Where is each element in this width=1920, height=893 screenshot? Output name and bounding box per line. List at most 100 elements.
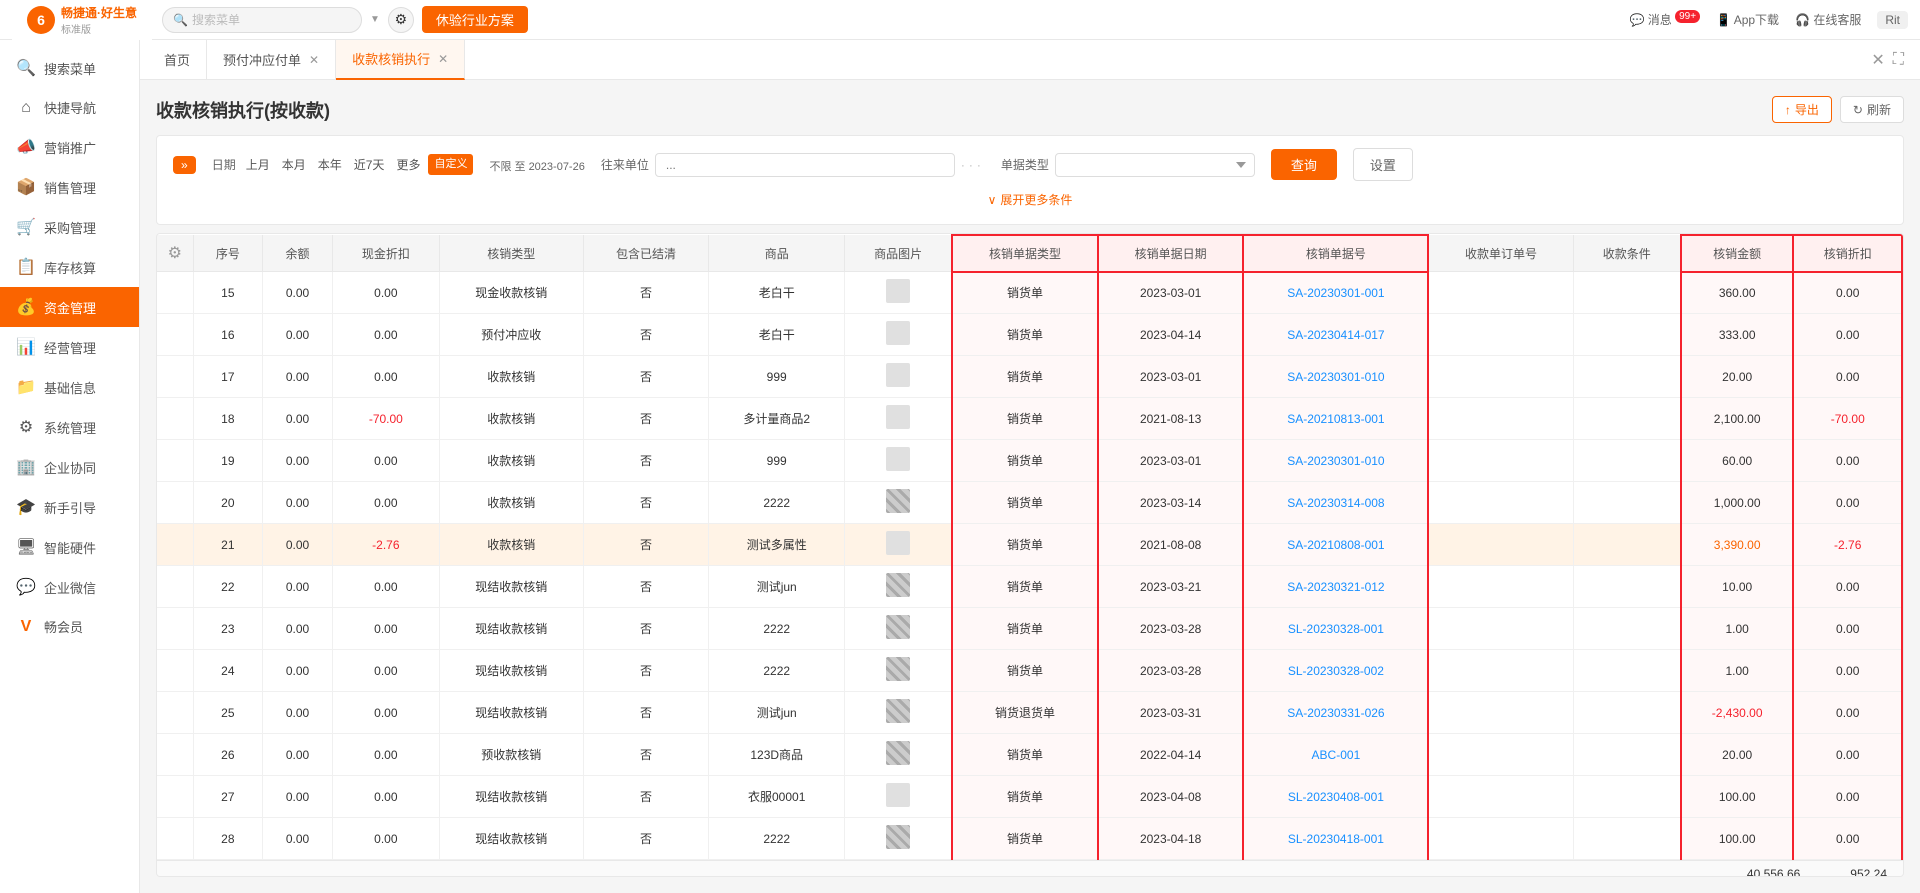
sidebar-item-biz[interactable]: 📊 经营管理 bbox=[0, 327, 139, 367]
sidebar-item-hardware[interactable]: 🖥 智能硬件 bbox=[0, 527, 139, 567]
refresh-btn[interactable]: ↻ 刷新 bbox=[1840, 96, 1904, 123]
sidebar-item-finance[interactable]: 💰 资金管理 bbox=[0, 287, 139, 327]
date-this-month[interactable]: 本月 bbox=[278, 154, 310, 175]
voucher-no-link[interactable]: SA-20230301-010 bbox=[1287, 370, 1384, 384]
voucher-no-link[interactable]: SA-20210813-001 bbox=[1287, 412, 1384, 426]
cell-goods: 老白干 bbox=[709, 314, 845, 356]
cell-settings bbox=[157, 776, 193, 818]
sidebar-item-system[interactable]: ⚙ 系统管理 bbox=[0, 407, 139, 447]
partner-input[interactable] bbox=[655, 153, 955, 177]
table-body: 15 0.00 0.00 现金收款核销 否 老白干 销货单 2023-03-01… bbox=[157, 272, 1902, 860]
refresh-icon: ↻ bbox=[1853, 103, 1863, 117]
voucher-no-link[interactable]: SA-20210808-001 bbox=[1287, 538, 1384, 552]
cell-writeoff-amount: 2,100.00 bbox=[1681, 398, 1794, 440]
voucher-no-link[interactable]: SL-20230328-001 bbox=[1288, 622, 1384, 636]
query-btn[interactable]: 查询 bbox=[1271, 149, 1337, 180]
voucher-no-link[interactable]: SA-20230331-026 bbox=[1287, 706, 1384, 720]
sidebar-item-sales[interactable]: 📦 销售管理 bbox=[0, 167, 139, 207]
voucher-no-link[interactable]: SA-20230301-001 bbox=[1287, 286, 1384, 300]
cell-voucher-no: SL-20230328-001 bbox=[1243, 608, 1428, 650]
voucher-no-link[interactable]: SA-20230314-008 bbox=[1287, 496, 1384, 510]
tab-home[interactable]: 首页 bbox=[148, 40, 207, 80]
sidebar-item-wechat[interactable]: 💬 企业微信 bbox=[0, 567, 139, 607]
filter-settings-btn[interactable]: 设置 bbox=[1353, 148, 1413, 181]
cell-cash-discount: 0.00 bbox=[332, 608, 439, 650]
sidebar-item-base[interactable]: 📁 基础信息 bbox=[0, 367, 139, 407]
filter-toggle-btn[interactable]: » bbox=[173, 156, 196, 174]
voucher-no-link[interactable]: SL-20230408-001 bbox=[1288, 790, 1384, 804]
cell-voucher-type: 销货单 bbox=[952, 650, 1098, 692]
tab-writeoff-close[interactable]: ✕ bbox=[438, 52, 448, 66]
col-header-receipt-order-no: 收款单订单号 bbox=[1428, 235, 1573, 272]
cell-writeoff-amount: 1.00 bbox=[1681, 650, 1794, 692]
wechat-icon: 💬 bbox=[16, 577, 36, 597]
search-dropdown-arrow[interactable]: ▼ bbox=[370, 14, 380, 25]
tab-close-all-btn[interactable]: ✕ bbox=[1871, 50, 1884, 70]
voucher-no-link[interactable]: ABC-001 bbox=[1312, 748, 1361, 762]
column-settings-icon[interactable]: ⚙ bbox=[168, 245, 182, 262]
voucher-no-link[interactable]: SL-20230328-002 bbox=[1288, 664, 1384, 678]
table-row: 22 0.00 0.00 现结收款核销 否 测试jun 销货单 2023-03-… bbox=[157, 566, 1902, 608]
sidebar-item-guide[interactable]: 🎓 新手引导 bbox=[0, 487, 139, 527]
voucher-type-select[interactable] bbox=[1055, 153, 1255, 177]
user-avatar[interactable]: Rit bbox=[1877, 11, 1908, 29]
date-more[interactable]: 更多 bbox=[392, 154, 424, 175]
cell-writeoff-discount: 0.00 bbox=[1793, 734, 1902, 776]
sidebar-item-search[interactable]: 🔍 搜索菜单 bbox=[0, 48, 139, 88]
cell-writeoff-type: 收款核销 bbox=[439, 356, 583, 398]
cell-writeoff-type: 现结收款核销 bbox=[439, 566, 583, 608]
settings-btn[interactable]: ⚙ bbox=[388, 7, 414, 33]
footer-totals: 40,556,66... 952.24 bbox=[1747, 867, 1887, 877]
cell-include-settled: 否 bbox=[583, 692, 708, 734]
expand-more-btn[interactable]: ∨ 展开更多条件 bbox=[984, 187, 1077, 212]
cell-cash-discount: 0.00 bbox=[332, 272, 439, 314]
header-actions: ↑ 导出 ↻ 刷新 bbox=[1772, 96, 1904, 123]
industry-btn[interactable]: 休验行业方案 bbox=[422, 6, 528, 33]
export-btn[interactable]: ↑ 导出 bbox=[1772, 96, 1832, 123]
table-row: 24 0.00 0.00 现结收款核销 否 2222 销货单 2023-03-2… bbox=[157, 650, 1902, 692]
cell-seq: 27 bbox=[193, 776, 263, 818]
date-this-year[interactable]: 本年 bbox=[314, 154, 346, 175]
voucher-no-link[interactable]: SL-20230418-001 bbox=[1288, 832, 1384, 846]
corp-icon: 🏢 bbox=[16, 457, 36, 477]
cell-settings bbox=[157, 734, 193, 776]
guide-icon: 🎓 bbox=[16, 497, 36, 517]
tab-writeoff[interactable]: 收款核销执行 ✕ bbox=[336, 40, 465, 80]
cell-include-settled: 否 bbox=[583, 566, 708, 608]
top-search-box[interactable]: 🔍 搜索菜单 bbox=[162, 7, 362, 33]
app-download-btn[interactable]: 📱 App下载 bbox=[1716, 11, 1779, 28]
message-btn[interactable]: 💬 消息 99+ bbox=[1629, 11, 1700, 28]
cell-goods-image bbox=[845, 566, 953, 608]
tab-prepay-close[interactable]: ✕ bbox=[309, 53, 319, 67]
expand-more-row: ∨ 展开更多条件 bbox=[173, 187, 1887, 212]
cell-writeoff-type: 现结收款核销 bbox=[439, 818, 583, 860]
sidebar-item-quicknav[interactable]: ⌂ 快捷导航 bbox=[0, 88, 139, 127]
date-custom[interactable]: 自定义 bbox=[428, 154, 473, 175]
col-header-settings[interactable]: ⚙ bbox=[157, 235, 193, 272]
cell-settings bbox=[157, 314, 193, 356]
cell-writeoff-amount: 360.00 bbox=[1681, 272, 1794, 314]
date-prev-month[interactable]: 上月 bbox=[242, 154, 274, 175]
cell-writeoff-type: 收款核销 bbox=[439, 524, 583, 566]
cell-receipt-order-no bbox=[1428, 314, 1573, 356]
sidebar-item-marketing[interactable]: 📣 营销推广 bbox=[0, 127, 139, 167]
online-service-btn[interactable]: 🎧 在线客服 bbox=[1795, 11, 1861, 28]
partner-label: 往来单位 bbox=[601, 156, 649, 173]
tab-prepay[interactable]: 预付冲应付单 ✕ bbox=[207, 40, 336, 80]
tab-fullscreen-btn[interactable]: ⛶ bbox=[1893, 51, 1904, 69]
sidebar-item-vip[interactable]: V 畅会员 bbox=[0, 607, 139, 646]
cell-goods: 测试jun bbox=[709, 692, 845, 734]
voucher-no-link[interactable]: SA-20230321-012 bbox=[1287, 580, 1384, 594]
voucher-no-link[interactable]: SA-20230301-010 bbox=[1287, 454, 1384, 468]
sidebar-item-purchase[interactable]: 🛒 采购管理 bbox=[0, 207, 139, 247]
cell-receipt-order-no bbox=[1428, 440, 1573, 482]
sidebar-item-corp[interactable]: 🏢 企业协同 bbox=[0, 447, 139, 487]
col-header-cash-discount: 现金折扣 bbox=[332, 235, 439, 272]
voucher-no-link[interactable]: SA-20230414-017 bbox=[1287, 328, 1384, 342]
cell-voucher-date: 2021-08-13 bbox=[1098, 398, 1244, 440]
cell-seq: 21 bbox=[193, 524, 263, 566]
cell-voucher-type: 销货单 bbox=[952, 818, 1098, 860]
date-7days[interactable]: 近7天 bbox=[350, 154, 389, 175]
sidebar-item-inventory[interactable]: 📋 库存核算 bbox=[0, 247, 139, 287]
cell-receipt-cond bbox=[1573, 356, 1681, 398]
